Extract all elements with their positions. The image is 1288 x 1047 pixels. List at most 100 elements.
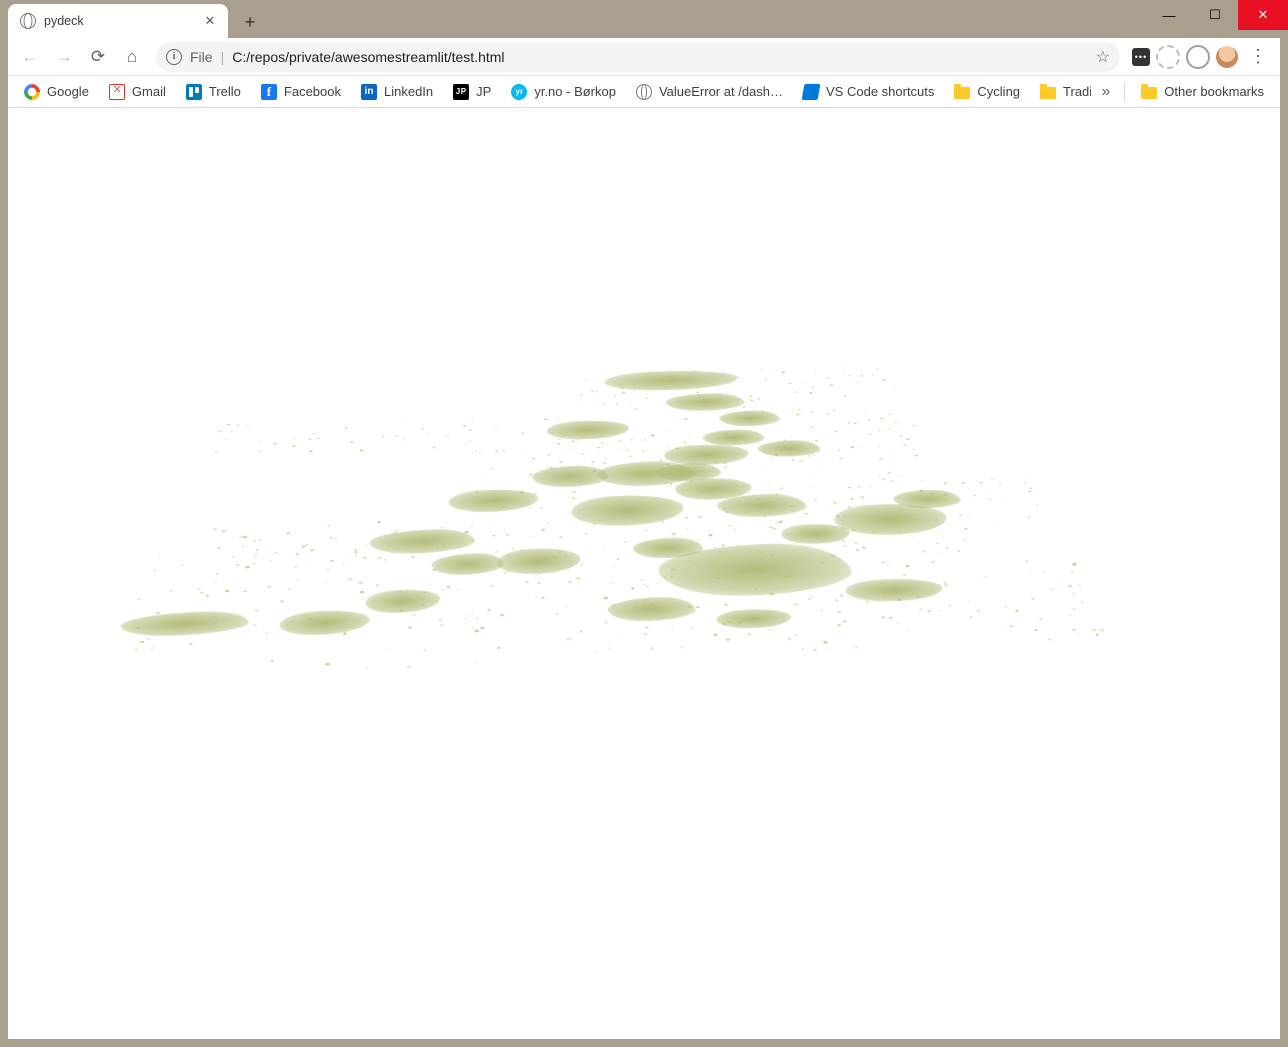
hex-speckle <box>607 647 609 648</box>
hex-speckle <box>861 386 863 387</box>
hex-speckle <box>388 434 389 435</box>
hex-speckle <box>1071 571 1074 572</box>
hex-speckle <box>723 623 727 625</box>
home-button[interactable]: ⌂ <box>116 41 148 73</box>
hex-speckle <box>666 520 668 521</box>
window-maximize-button[interactable]: ☐ <box>1192 0 1238 30</box>
hex-speckle <box>798 408 801 409</box>
hex-speckle <box>215 573 218 575</box>
hex-speckle <box>631 587 635 589</box>
hex-speckle <box>876 368 878 369</box>
profile-avatar[interactable] <box>1216 46 1238 68</box>
hex-speckle <box>645 397 648 398</box>
hex-speckle <box>552 556 556 558</box>
bookmark-item[interactable]: Trading Analytics <box>1032 80 1091 103</box>
url-text: C:/repos/private/awesomestreamlit/test.h… <box>232 49 1087 65</box>
bookmark-item[interactable]: Gmail <box>101 80 174 104</box>
hex-speckle <box>696 606 700 608</box>
hex-speckle <box>426 433 427 434</box>
hex-speckle <box>475 450 477 451</box>
hex-speckle <box>773 453 777 455</box>
hex-speckle <box>285 624 288 626</box>
extension-lastpass-icon[interactable]: ••• <box>1132 48 1150 66</box>
hex-speckle <box>348 578 352 580</box>
extension-ring-icon[interactable] <box>1186 45 1210 69</box>
map-cluster-midlands-e <box>715 492 809 517</box>
chevron-double-right-icon: » <box>1101 83 1110 100</box>
window-minimize-button[interactable]: — <box>1146 0 1192 30</box>
hex-speckle <box>1050 588 1055 590</box>
hex-speckle <box>1005 629 1007 630</box>
back-button[interactable]: ← <box>14 41 46 73</box>
bookmark-item[interactable]: Trello <box>178 80 249 104</box>
maximize-icon: ☐ <box>1209 7 1221 23</box>
other-bookmarks-button[interactable]: Other bookmarks <box>1133 80 1272 103</box>
bookmark-label: Facebook <box>284 84 341 99</box>
hex-speckle <box>140 640 145 642</box>
hex-speckle <box>935 519 939 521</box>
bookmark-item[interactable]: ValueError at /dash… <box>628 80 791 104</box>
hex-speckle <box>818 465 820 466</box>
hex-speckle <box>365 544 367 545</box>
hex-speckle <box>837 611 841 613</box>
hex-speckle <box>275 552 277 553</box>
forward-button[interactable]: → <box>48 41 80 73</box>
hex-speckle <box>742 485 744 486</box>
bookmark-item[interactable]: Google <box>16 80 97 104</box>
bookmark-item[interactable]: fFacebook <box>253 80 349 104</box>
page-viewport[interactable] <box>8 108 1280 1039</box>
hex-speckle <box>651 434 655 436</box>
bookmark-item[interactable]: JPJP <box>445 80 499 104</box>
hex-speckle <box>330 560 333 562</box>
hex-speckle <box>783 439 787 441</box>
hex-speckle <box>834 430 837 431</box>
bookmark-item[interactable]: VS Code shortcuts <box>795 80 942 104</box>
hex-speckle <box>762 411 764 412</box>
hex-speckle <box>921 479 924 480</box>
hex-speckle <box>490 584 494 586</box>
tab-close-button[interactable]: ✕ <box>202 13 218 29</box>
hex-speckle <box>295 566 297 567</box>
bookmark-item[interactable]: Cycling <box>946 80 1028 103</box>
map-cluster-brighton <box>714 608 793 630</box>
hex-speckle <box>446 435 449 436</box>
hex-speckle <box>400 440 402 441</box>
hex-speckle <box>723 603 727 605</box>
hex-speckle <box>683 441 686 442</box>
tab-pydeck[interactable]: pydeck ✕ <box>8 4 228 38</box>
bookmark-star-icon[interactable]: ☆ <box>1096 47 1110 67</box>
hex-speckle <box>936 542 938 543</box>
hex-speckle <box>295 579 298 580</box>
bookmarks-overflow-button[interactable]: » <box>1095 79 1116 105</box>
page-info-icon[interactable]: i <box>166 49 182 65</box>
hex-speckle <box>403 438 405 439</box>
cluster-base <box>701 428 766 446</box>
map-cluster-scot-border <box>603 368 741 391</box>
hex-speckle <box>643 481 646 482</box>
hex-speckle <box>649 647 653 650</box>
hex-speckle <box>825 505 828 506</box>
bookmark-item[interactable]: yryr.no - Børkop <box>503 80 624 104</box>
address-bar[interactable]: i File | C:/repos/private/awesomestreaml… <box>156 42 1120 72</box>
extension-generic-icon[interactable] <box>1156 45 1180 69</box>
hex-speckle <box>872 532 875 533</box>
bookmark-label: Trello <box>209 84 241 99</box>
hex-speckle <box>253 539 257 541</box>
hex-speckle <box>643 583 646 585</box>
hex-speckle <box>897 599 901 601</box>
hex-speckle <box>230 430 233 431</box>
reload-button[interactable]: ⟳ <box>82 41 114 73</box>
hex-speckle <box>839 594 843 596</box>
chrome-menu-button[interactable]: ⋮ <box>1244 46 1272 67</box>
new-tab-button[interactable]: + <box>236 8 264 36</box>
window-close-button[interactable]: ✕ <box>1238 0 1288 30</box>
hex-speckle <box>329 536 333 538</box>
hex-speckle <box>580 430 582 431</box>
hex-speckle <box>676 550 680 552</box>
pydeck-hexagon-map[interactable] <box>8 341 1280 778</box>
bookmark-item[interactable]: inLinkedIn <box>353 80 441 104</box>
hex-speckle <box>659 459 662 461</box>
hex-speckle <box>581 406 583 407</box>
hex-speckle <box>225 589 230 591</box>
hex-speckle <box>591 461 594 462</box>
